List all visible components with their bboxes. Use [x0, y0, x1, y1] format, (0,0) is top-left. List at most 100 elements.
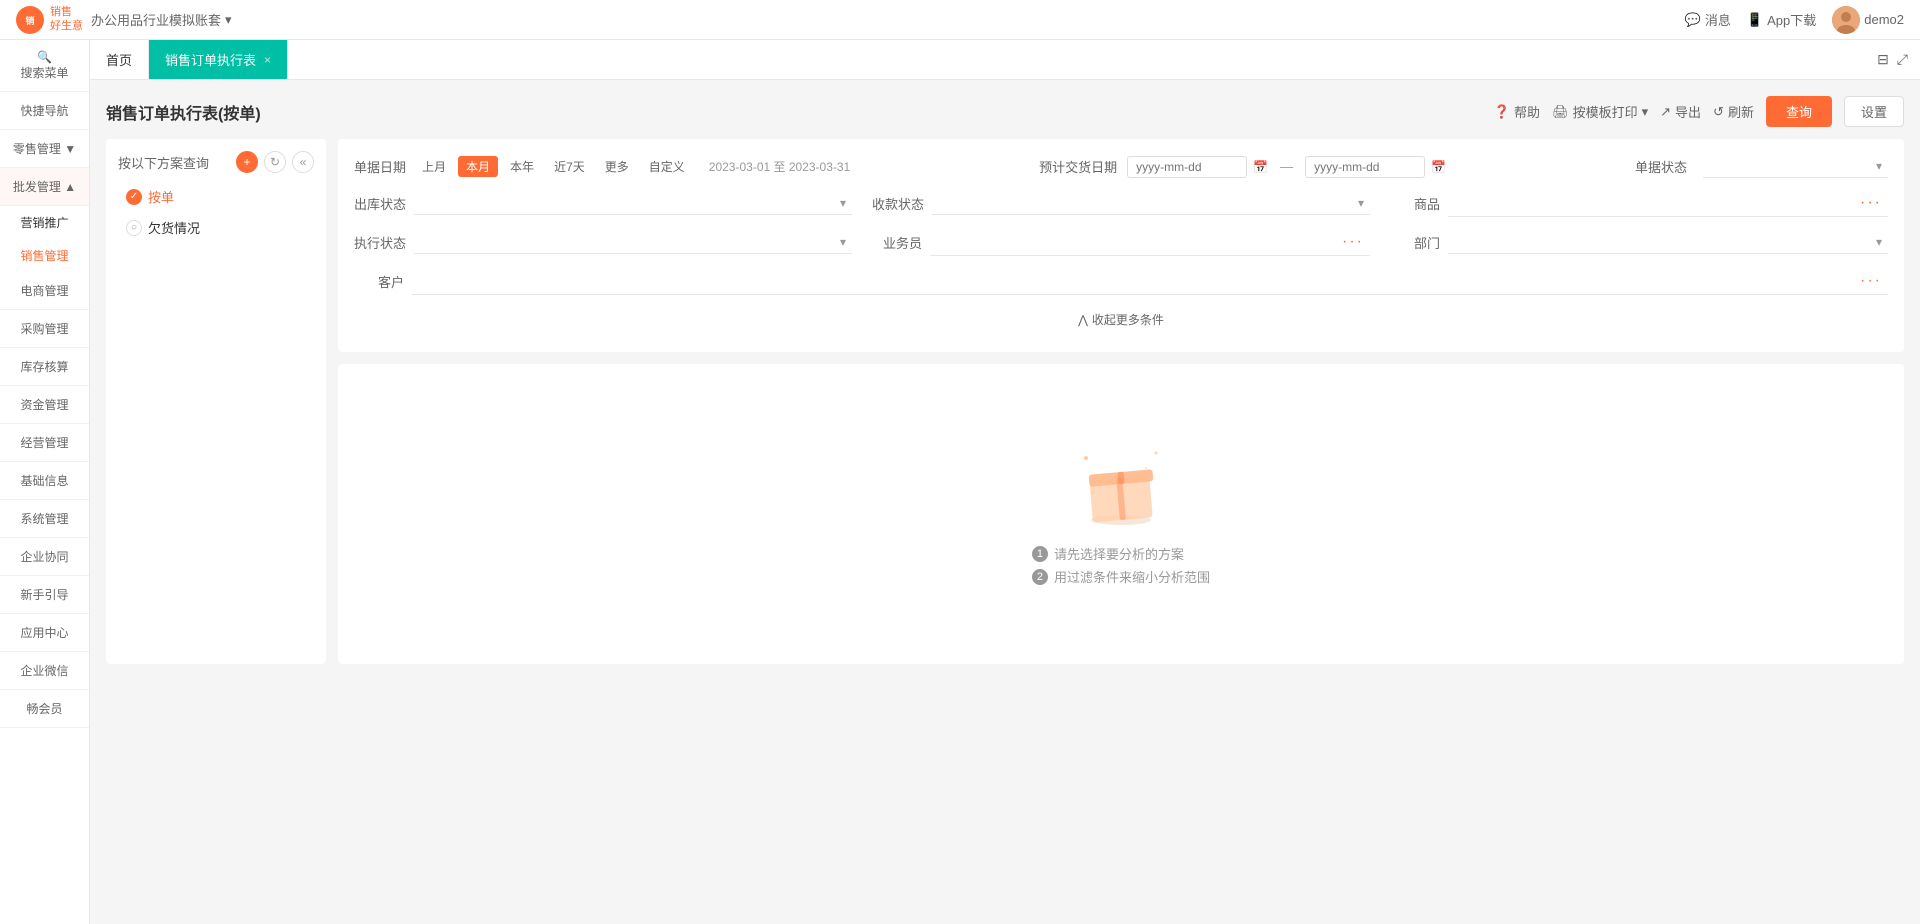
expected-date-end-input[interactable]	[1305, 156, 1425, 178]
sidebar-item-system[interactable]: 系统管理	[0, 500, 89, 538]
page-title: 销售订单执行表(按单)	[106, 100, 261, 124]
goods-select[interactable]: ···	[1448, 190, 1888, 217]
message-icon: 💬	[1685, 12, 1701, 28]
empty-line-1: 1 请先选择要分析的方案	[1032, 544, 1210, 563]
plan-item-order[interactable]: ✓ 按单	[118, 181, 314, 212]
dept-arrow-icon: ▾	[1876, 235, 1882, 249]
sidebar-item-wechat[interactable]: 企业微信	[0, 652, 89, 690]
customer-select[interactable]: ···	[412, 268, 1888, 295]
message-btn[interactable]: 💬 消息	[1685, 10, 1731, 29]
refresh-icon: ↺	[1713, 104, 1724, 120]
salesman-select[interactable]: ···	[930, 229, 1370, 256]
sidebar-item-marketing[interactable]: 营销推广	[0, 206, 89, 239]
refresh-plan-btn[interactable]: ↻	[264, 151, 286, 173]
sidebar-item-guide[interactable]: 新手引导	[0, 576, 89, 614]
print-arrow-icon: ▾	[1642, 104, 1649, 120]
exec-status-arrow-icon: ▾	[840, 235, 846, 249]
date-tab-custom[interactable]: 自定义	[641, 156, 693, 177]
search-icon: 🔍	[4, 50, 85, 64]
sidebar-item-collab[interactable]: 企业协同	[0, 538, 89, 576]
sidebar-item-finance[interactable]: 资金管理	[0, 386, 89, 424]
calendar-end-icon[interactable]: 📅	[1431, 160, 1446, 174]
sidebar-item-sales[interactable]: 销售管理	[0, 239, 89, 272]
add-plan-btn[interactable]: +	[236, 151, 258, 173]
minimize-icon[interactable]: ⊟	[1877, 51, 1889, 68]
avatar	[1832, 6, 1860, 34]
sidebar-item-member[interactable]: 畅会员	[0, 690, 89, 728]
app-selector[interactable]: 办公用品行业模拟账套 ▾	[91, 10, 232, 29]
chevron-down-icon: ▾	[225, 12, 232, 28]
goods-dots-icon[interactable]: ···	[1860, 194, 1882, 212]
help-icon: ❓	[1494, 104, 1510, 120]
order-status-label: 单据状态	[1635, 157, 1695, 176]
sidebar-item-retail[interactable]: 零售管理 ▼	[0, 130, 89, 168]
expected-date-start-wrap: 📅	[1127, 156, 1268, 178]
app-download-btn[interactable]: 📱 App下载	[1747, 10, 1816, 29]
chevron-icon: ▼	[64, 142, 76, 156]
user-menu[interactable]: demo2	[1832, 6, 1904, 34]
settings-button[interactable]: 设置	[1844, 96, 1904, 127]
plan-dot-inactive: ○	[126, 220, 142, 236]
sidebar-item-basic[interactable]: 基础信息	[0, 462, 89, 500]
expected-date-start-input[interactable]	[1127, 156, 1247, 178]
dept-select[interactable]: ▾	[1448, 231, 1888, 254]
sidebar-item-appcenter[interactable]: 应用中心	[0, 614, 89, 652]
logo-area: 销 销售 好生意	[16, 6, 83, 34]
sidebar-item-ecommerce[interactable]: 电商管理	[0, 272, 89, 310]
date-tab-thismonth[interactable]: 本月	[458, 156, 498, 177]
out-status-arrow-icon: ▾	[840, 196, 846, 210]
sidebar-item-wholesale[interactable]: 批发管理 ▲	[0, 168, 89, 206]
out-status-select[interactable]: ▾	[414, 192, 852, 215]
sidebar: 🔍 搜索菜单 快捷导航 零售管理 ▼ 批发管理 ▲ 营销推广 销售管理 电商管理…	[0, 40, 90, 924]
refresh-btn[interactable]: ↺ 刷新	[1713, 102, 1754, 121]
add-icon: +	[243, 155, 250, 169]
print-btn[interactable]: 🖨 按模板打印 ▾	[1552, 102, 1648, 121]
page-header: 销售订单执行表(按单) ❓ 帮助 🖨 按模板打印 ▾ ↗ 导出	[106, 96, 1904, 127]
collapse-chevron-icon: ⋀	[1078, 313, 1088, 327]
filter-receive-status: 收款状态 ▾	[872, 190, 1370, 217]
tab-close-icon[interactable]: ×	[264, 53, 271, 67]
exec-status-select[interactable]: ▾	[414, 231, 852, 254]
tab-sales-order[interactable]: 销售订单执行表 ×	[149, 40, 288, 79]
empty-lines: 1 请先选择要分析的方案 2 用过滤条件来缩小分析范围	[1032, 544, 1210, 590]
sidebar-item-operations[interactable]: 经营管理	[0, 424, 89, 462]
export-icon: ↗	[1660, 104, 1671, 120]
query-button[interactable]: 查询	[1766, 96, 1832, 127]
filter-exec-status: 执行状态 ▾	[354, 229, 852, 256]
plan-item-shortage[interactable]: ○ 欠货情况	[118, 212, 314, 243]
date-tab-7days[interactable]: 近7天	[546, 156, 593, 177]
expand-icon[interactable]: ⤢	[1897, 51, 1908, 68]
receive-status-label: 收款状态	[872, 194, 924, 213]
main-layout: 🔍 搜索菜单 快捷导航 零售管理 ▼ 批发管理 ▲ 营销推广 销售管理 电商管理…	[0, 40, 1920, 924]
order-status-arrow-icon: ▾	[1876, 159, 1882, 173]
topbar-right: 💬 消息 📱 App下载 demo2	[1685, 6, 1904, 34]
tab-home[interactable]: 首页	[90, 40, 149, 79]
collapse-icon: «	[300, 155, 307, 169]
topbar-left: 销 销售 好生意 办公用品行业模拟账套 ▾	[16, 6, 232, 34]
sidebar-item-purchase[interactable]: 采购管理	[0, 310, 89, 348]
sidebar-item-inventory[interactable]: 库存核算	[0, 348, 89, 386]
collapse-panel-btn[interactable]: «	[292, 151, 314, 173]
receive-status-arrow-icon: ▾	[1358, 196, 1364, 210]
out-status-label: 出库状态	[354, 194, 406, 213]
content-area: 首页 销售订单执行表 × ⊟ ⤢ 销售订单执行表(按单) ❓ 帮助	[90, 40, 1920, 924]
date-tab-lastmonth[interactable]: 上月	[414, 156, 454, 177]
date-tab-thisyear[interactable]: 本年	[502, 156, 542, 177]
grid-filters-row1: 出库状态 ▾ 收款状态 ▾	[354, 190, 1888, 217]
customer-dots-icon[interactable]: ···	[1860, 272, 1882, 290]
page-actions: ❓ 帮助 🖨 按模板打印 ▾ ↗ 导出 ↺ 刷新	[1494, 96, 1904, 127]
customer-label: 客户	[354, 272, 404, 291]
sidebar-item-search[interactable]: 🔍 搜索菜单	[0, 40, 89, 92]
order-status-select[interactable]: ▾	[1703, 155, 1888, 178]
date-separator: —	[1280, 159, 1293, 174]
date-filter-row: 单据日期 上月 本月 本年 近7天 更多 自定义 2023-03-01 至 20…	[354, 155, 1888, 178]
sidebar-item-quicknav[interactable]: 快捷导航	[0, 92, 89, 130]
plan-dot-active: ✓	[126, 189, 142, 205]
receive-status-select[interactable]: ▾	[932, 192, 1370, 215]
collapse-bar[interactable]: ⋀ 收起更多条件	[354, 303, 1888, 336]
help-btn[interactable]: ❓ 帮助	[1494, 102, 1540, 121]
date-tab-more[interactable]: 更多	[597, 156, 637, 177]
export-btn[interactable]: ↗ 导出	[1660, 102, 1701, 121]
salesman-dots-icon[interactable]: ···	[1342, 233, 1364, 251]
calendar-start-icon[interactable]: 📅	[1253, 160, 1268, 174]
